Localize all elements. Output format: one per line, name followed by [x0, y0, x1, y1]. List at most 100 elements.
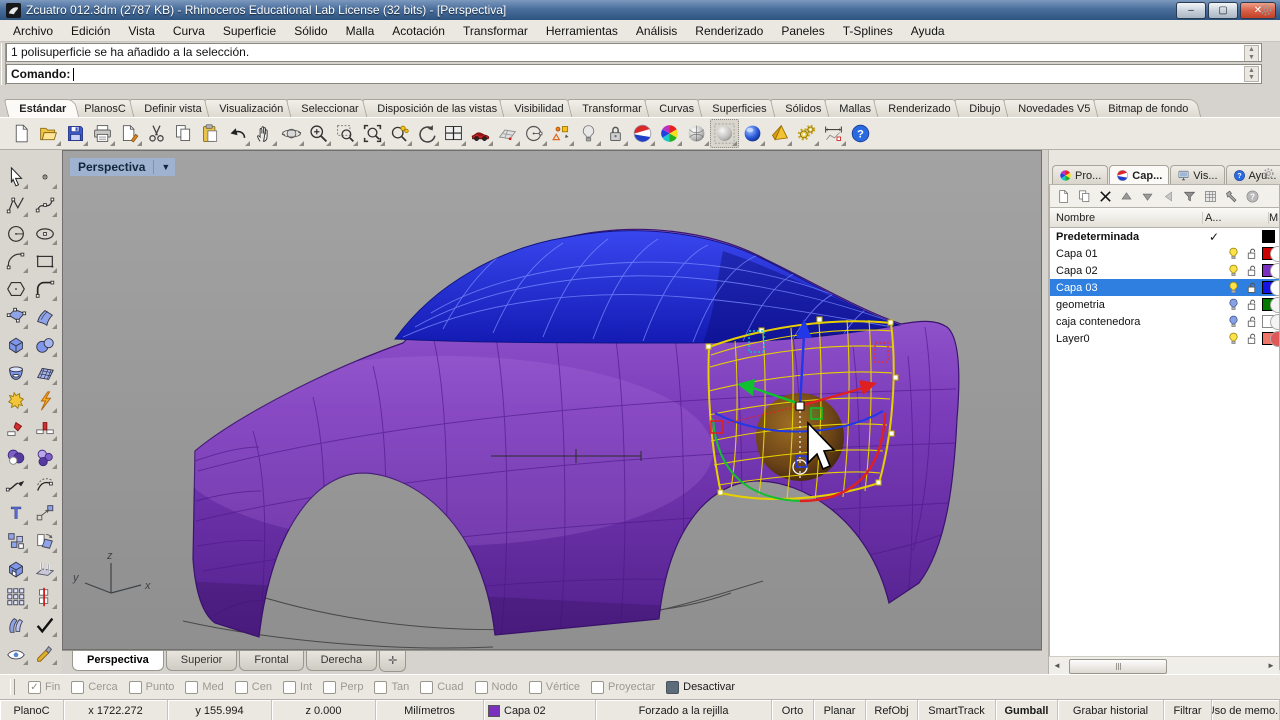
- status-uso-de-memo[interactable]: Uso de memo...: [1212, 700, 1280, 720]
- curve-eye-icon[interactable]: [2, 640, 29, 666]
- page-brush-icon[interactable]: [116, 120, 143, 147]
- status-x-1722-272[interactable]: x 1722.272: [64, 700, 168, 720]
- layer-material-swatch[interactable]: [1270, 296, 1279, 313]
- copy-layer-icon[interactable]: [1074, 186, 1094, 206]
- print-icon[interactable]: [89, 120, 116, 147]
- toolbar-tab-novedades-v5[interactable]: Novedades V5: [1002, 99, 1104, 117]
- layer-row-predeterminada[interactable]: Predeterminada ✓: [1050, 228, 1279, 245]
- layer-visibility-bulb-icon[interactable]: [1224, 247, 1242, 260]
- layer-color-swatch[interactable]: [1262, 230, 1275, 243]
- maximize-button[interactable]: ▢: [1208, 2, 1238, 19]
- point-icon[interactable]: [31, 164, 58, 190]
- menu-an-lisis[interactable]: Análisis: [627, 21, 686, 41]
- srf-curved-icon[interactable]: [31, 304, 58, 330]
- extend-curve-icon[interactable]: [2, 472, 29, 498]
- cut-icon[interactable]: [143, 120, 170, 147]
- layer-material-swatch[interactable]: [1270, 330, 1279, 347]
- hscroll-right-arrow[interactable]: ►: [1263, 658, 1279, 673]
- filter-icon[interactable]: [1179, 186, 1199, 206]
- undo-icon[interactable]: [224, 120, 251, 147]
- checkbox[interactable]: [323, 680, 337, 694]
- checkbox[interactable]: [420, 680, 434, 694]
- toolbar-tab-definir-vista[interactable]: Definir vista: [128, 99, 215, 117]
- layer-current-check[interactable]: ✓: [1204, 230, 1224, 244]
- layer-row-caja-contenedora[interactable]: caja contenedora: [1050, 313, 1279, 330]
- layer-lock-icon[interactable]: [1242, 298, 1260, 311]
- srf-points-icon[interactable]: [2, 304, 29, 330]
- status-mil-metros[interactable]: Milímetros: [376, 700, 484, 720]
- menu-superficie[interactable]: Superficie: [214, 21, 285, 41]
- status-forzado-a-la-rejilla[interactable]: Forzado a la rejilla: [596, 700, 772, 720]
- zoom-plus-icon[interactable]: [305, 120, 332, 147]
- point-select-icon[interactable]: [548, 120, 575, 147]
- bulb-icon[interactable]: [575, 120, 602, 147]
- toolbar-tab-visualizaci-n[interactable]: Visualización: [203, 99, 297, 117]
- menu-renderizado[interactable]: Renderizado: [686, 21, 772, 41]
- rectangle-icon[interactable]: [31, 248, 58, 274]
- add-viewport-tab[interactable]: ✛: [379, 651, 407, 672]
- shade-gray-icon[interactable]: [683, 120, 710, 147]
- viewport-title-dropdown-icon[interactable]: ▼: [158, 162, 173, 172]
- blocks-icon[interactable]: [2, 528, 29, 554]
- toolbar-tab-disposici-n-de-las-vistas[interactable]: Disposición de las vistas: [361, 99, 510, 117]
- save-icon[interactable]: [62, 120, 89, 147]
- menu-herramientas[interactable]: Herramientas: [537, 21, 627, 41]
- menu-s-lido[interactable]: Sólido: [285, 21, 336, 41]
- menu-ayuda[interactable]: Ayuda: [902, 21, 954, 41]
- checkbox[interactable]: [591, 680, 605, 694]
- layer-lock-icon[interactable]: [1242, 264, 1260, 277]
- layer-visibility-bulb-icon[interactable]: [1224, 298, 1242, 311]
- toolbar-tab-est-ndar[interactable]: Estándar: [3, 99, 80, 117]
- solid-face-icon[interactable]: [2, 556, 29, 582]
- menu-curva[interactable]: Curva: [164, 21, 214, 41]
- column-name[interactable]: Nombre: [1050, 212, 1202, 224]
- status-gumball[interactable]: Gumball: [996, 700, 1058, 720]
- osnap-perp[interactable]: Perp: [323, 680, 363, 694]
- zoom-window-icon[interactable]: [359, 120, 386, 147]
- new-layer-icon[interactable]: [1053, 186, 1073, 206]
- new-icon[interactable]: [8, 120, 35, 147]
- layer-row-layer0[interactable]: Layer0: [1050, 330, 1279, 347]
- osnap-cen[interactable]: Cen: [234, 680, 272, 694]
- move-scale-icon[interactable]: [31, 500, 58, 526]
- layer-row-geometria[interactable]: geometria: [1050, 296, 1279, 313]
- layer-material-swatch[interactable]: [1270, 313, 1279, 330]
- viewport-tab-perspectiva[interactable]: Perspectiva: [72, 651, 164, 671]
- fillet-a-icon[interactable]: [2, 416, 29, 442]
- toolbar-tab-visibilidad[interactable]: Visibilidad: [499, 99, 578, 117]
- shade-ghost-icon[interactable]: [710, 119, 739, 148]
- toolbar-tab-seleccionar[interactable]: Seleccionar: [285, 99, 372, 117]
- status-orto[interactable]: Orto: [772, 700, 814, 720]
- menu-archivo[interactable]: Archivo: [4, 21, 62, 41]
- cursor-icon[interactable]: [2, 164, 29, 190]
- explode-puzzle-icon[interactable]: [2, 388, 29, 414]
- osnap-grip[interactable]: [10, 679, 15, 695]
- rotate-plane-icon[interactable]: [31, 528, 58, 554]
- checkbox[interactable]: [374, 680, 388, 694]
- move-down-icon[interactable]: [1137, 186, 1157, 206]
- command-spinner[interactable]: ▲ ▼: [1244, 66, 1259, 82]
- fillet-curve-icon[interactable]: [31, 276, 58, 302]
- lock-icon[interactable]: [602, 120, 629, 147]
- checkbox[interactable]: [234, 680, 248, 694]
- viewports-icon[interactable]: [440, 120, 467, 147]
- cone-icon[interactable]: [766, 120, 793, 147]
- minimize-button[interactable]: –: [1176, 2, 1206, 19]
- layer-visibility-bulb-icon[interactable]: [1224, 315, 1242, 328]
- viewport-tab-frontal[interactable]: Frontal: [239, 651, 304, 671]
- osnap-v-rtice[interactable]: Vértice: [528, 680, 580, 694]
- layer-lock-icon[interactable]: [1242, 247, 1260, 260]
- status-z-0-000[interactable]: z 0.000: [272, 700, 376, 720]
- layer-lock-icon[interactable]: [1242, 332, 1260, 345]
- viewport[interactable]: z x y Perspectiva ▼: [62, 150, 1042, 650]
- table-icon[interactable]: [1200, 186, 1220, 206]
- pan-icon[interactable]: [251, 120, 278, 147]
- checkbox[interactable]: ✓: [28, 680, 41, 694]
- mesh-icon[interactable]: [31, 360, 58, 386]
- layer-lock-icon[interactable]: [1242, 315, 1260, 328]
- curve-cp-icon[interactable]: [31, 192, 58, 218]
- explode-bolt-icon[interactable]: [31, 388, 58, 414]
- history-scrollbar[interactable]: ▲ ▼: [1244, 45, 1259, 61]
- menu-malla[interactable]: Malla: [337, 21, 384, 41]
- toolbar-tab-superficies[interactable]: Superficies: [696, 99, 780, 117]
